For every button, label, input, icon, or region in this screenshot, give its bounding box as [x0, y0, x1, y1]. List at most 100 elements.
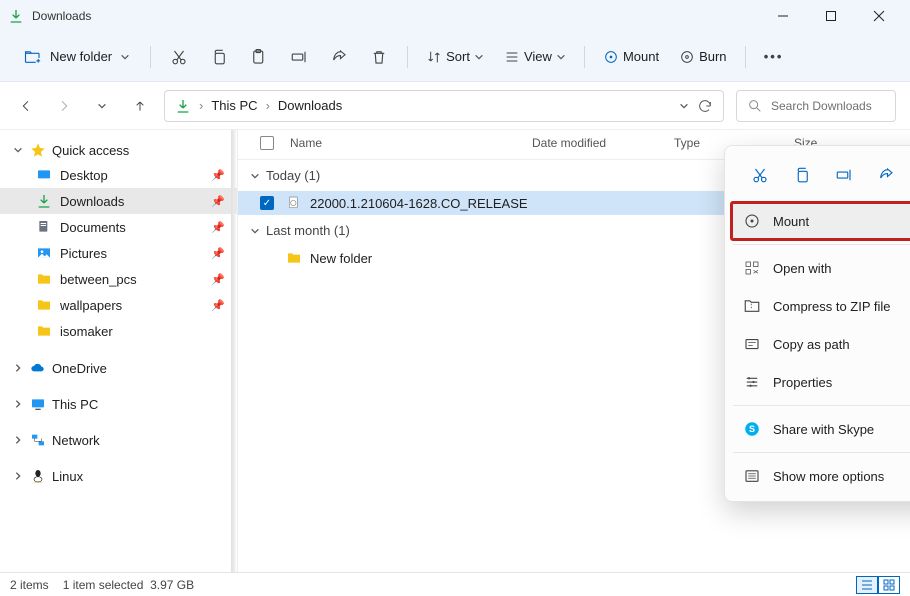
ctx-rename-button[interactable] [827, 160, 861, 190]
context-menu: Mount Enter Open with Compress to ZIP fi… [724, 145, 910, 502]
app-icon [8, 8, 24, 24]
burn-button[interactable]: Burn [671, 43, 734, 71]
sidebar-item-label: Documents [60, 220, 126, 235]
mount-icon [743, 212, 761, 230]
ctx-item-openwith[interactable]: Open with [731, 249, 910, 287]
window-title: Downloads [32, 9, 91, 23]
more-button[interactable]: ••• [756, 39, 792, 75]
column-modified[interactable]: Date modified [532, 136, 674, 153]
iso-file-icon [286, 195, 302, 211]
forward-button[interactable] [52, 94, 76, 118]
sidebar-root-thispc[interactable]: This PC [0, 390, 237, 418]
star-icon [30, 142, 46, 158]
close-button[interactable] [856, 0, 902, 32]
new-folder-label: New folder [50, 49, 112, 64]
chevron-right-icon [12, 363, 24, 373]
back-button[interactable] [14, 94, 38, 118]
status-sel-size: 3.97 GB [150, 578, 194, 592]
ctx-item-copypath[interactable]: Copy as path [731, 325, 910, 363]
breadcrumb-current[interactable]: Downloads [278, 98, 342, 113]
ctx-share-button[interactable] [869, 160, 903, 190]
chevron-right-icon: › [266, 98, 270, 113]
mount-button[interactable]: Mount [595, 43, 667, 71]
status-selection: 1 item selected [63, 578, 144, 592]
delete-button[interactable] [361, 39, 397, 75]
pictures-icon [36, 245, 52, 261]
window-controls [760, 0, 902, 32]
minimize-button[interactable] [760, 0, 806, 32]
ctx-item-properties[interactable]: Properties Alt+Enter [731, 363, 910, 401]
sidebar-item-label: wallpapers [60, 298, 122, 313]
copy-button[interactable] [201, 39, 237, 75]
rename-button[interactable] [281, 39, 317, 75]
nav-row: › This PC › Downloads Search Downloads [0, 82, 910, 130]
chevron-right-icon [12, 435, 24, 445]
ctx-item-compress[interactable]: Compress to ZIP file [731, 287, 910, 325]
sidebar-item-downloads[interactable]: Downloads 📌 [0, 188, 237, 214]
sidebar-root-linux[interactable]: Linux [0, 462, 237, 490]
view-label: View [524, 49, 552, 64]
sidebar-item-documents[interactable]: Documents 📌 [0, 214, 237, 240]
new-folder-button[interactable]: New folder [14, 42, 140, 72]
file-name: 22000.1.210604-1628.CO_RELEASE [310, 196, 528, 211]
up-button[interactable] [128, 94, 152, 118]
status-count: 2 items [10, 578, 49, 592]
chevron-right-icon: › [199, 98, 203, 113]
sidebar-item-between-pcs[interactable]: between_pcs 📌 [0, 266, 237, 292]
network-icon [30, 432, 46, 448]
view-thumbnails-button[interactable] [878, 576, 900, 594]
sidebar-item-label: Downloads [60, 194, 124, 209]
sidebar-item-wallpapers[interactable]: wallpapers 📌 [0, 292, 237, 318]
ctx-item-label: Open with [773, 261, 832, 276]
ctx-item-skype[interactable]: S Share with Skype [731, 410, 910, 448]
sidebar-item-pictures[interactable]: Pictures 📌 [0, 240, 237, 266]
titlebar: Downloads [0, 0, 910, 32]
row-checkbox[interactable]: ✓ [260, 196, 274, 210]
sidebar-resize-handle[interactable] [231, 130, 237, 572]
status-bar: 2 items 1 item selected 3.97 GB [0, 572, 910, 596]
more-icon [743, 467, 761, 485]
sidebar-quick-access[interactable]: Quick access [0, 138, 237, 162]
pin-icon: 📌 [211, 195, 225, 208]
chevron-down-icon[interactable] [679, 101, 689, 111]
group-header-label: Today (1) [266, 168, 320, 183]
paste-button[interactable] [241, 39, 277, 75]
folder-icon [36, 271, 52, 287]
cloud-icon [30, 360, 46, 376]
view-button[interactable]: View [496, 43, 574, 71]
sidebar-item-desktop[interactable]: Desktop 📌 [0, 162, 237, 188]
linux-icon [30, 468, 46, 484]
sidebar-root-network[interactable]: Network [0, 426, 237, 454]
recent-button[interactable] [90, 94, 114, 118]
burn-label: Burn [699, 49, 726, 64]
toolbar: New folder Sort View Mount Burn ••• [0, 32, 910, 82]
maximize-button[interactable] [808, 0, 854, 32]
sidebar-item-label: Pictures [60, 246, 107, 261]
pin-icon: 📌 [211, 169, 225, 182]
share-button[interactable] [321, 39, 357, 75]
ctx-item-label: Properties [773, 375, 832, 390]
ctx-copy-button[interactable] [785, 160, 819, 190]
breadcrumb-root[interactable]: This PC [211, 98, 257, 113]
folder-icon [286, 250, 302, 266]
ctx-item-label: Show more options [773, 469, 884, 484]
column-name[interactable]: Name [286, 136, 532, 153]
svg-text:S: S [749, 424, 755, 434]
address-bar[interactable]: › This PC › Downloads [164, 90, 724, 122]
sort-button[interactable]: Sort [418, 43, 492, 71]
group-header-label: Last month (1) [266, 223, 350, 238]
sidebar-root-onedrive[interactable]: OneDrive [0, 354, 237, 382]
select-all-checkbox[interactable] [260, 136, 274, 150]
ctx-cut-button[interactable] [743, 160, 777, 190]
view-details-button[interactable] [856, 576, 878, 594]
chevron-right-icon [12, 471, 24, 481]
properties-icon [743, 373, 761, 391]
search-input[interactable]: Search Downloads [736, 90, 896, 122]
documents-icon [36, 219, 52, 235]
cut-button[interactable] [161, 39, 197, 75]
refresh-button[interactable] [697, 98, 713, 114]
sidebar-item-isomaker[interactable]: isomaker [0, 318, 237, 344]
ctx-item-more[interactable]: Show more options Shift+F10 [731, 457, 910, 495]
ctx-item-mount[interactable]: Mount Enter [731, 202, 910, 240]
folder-icon [36, 323, 52, 339]
